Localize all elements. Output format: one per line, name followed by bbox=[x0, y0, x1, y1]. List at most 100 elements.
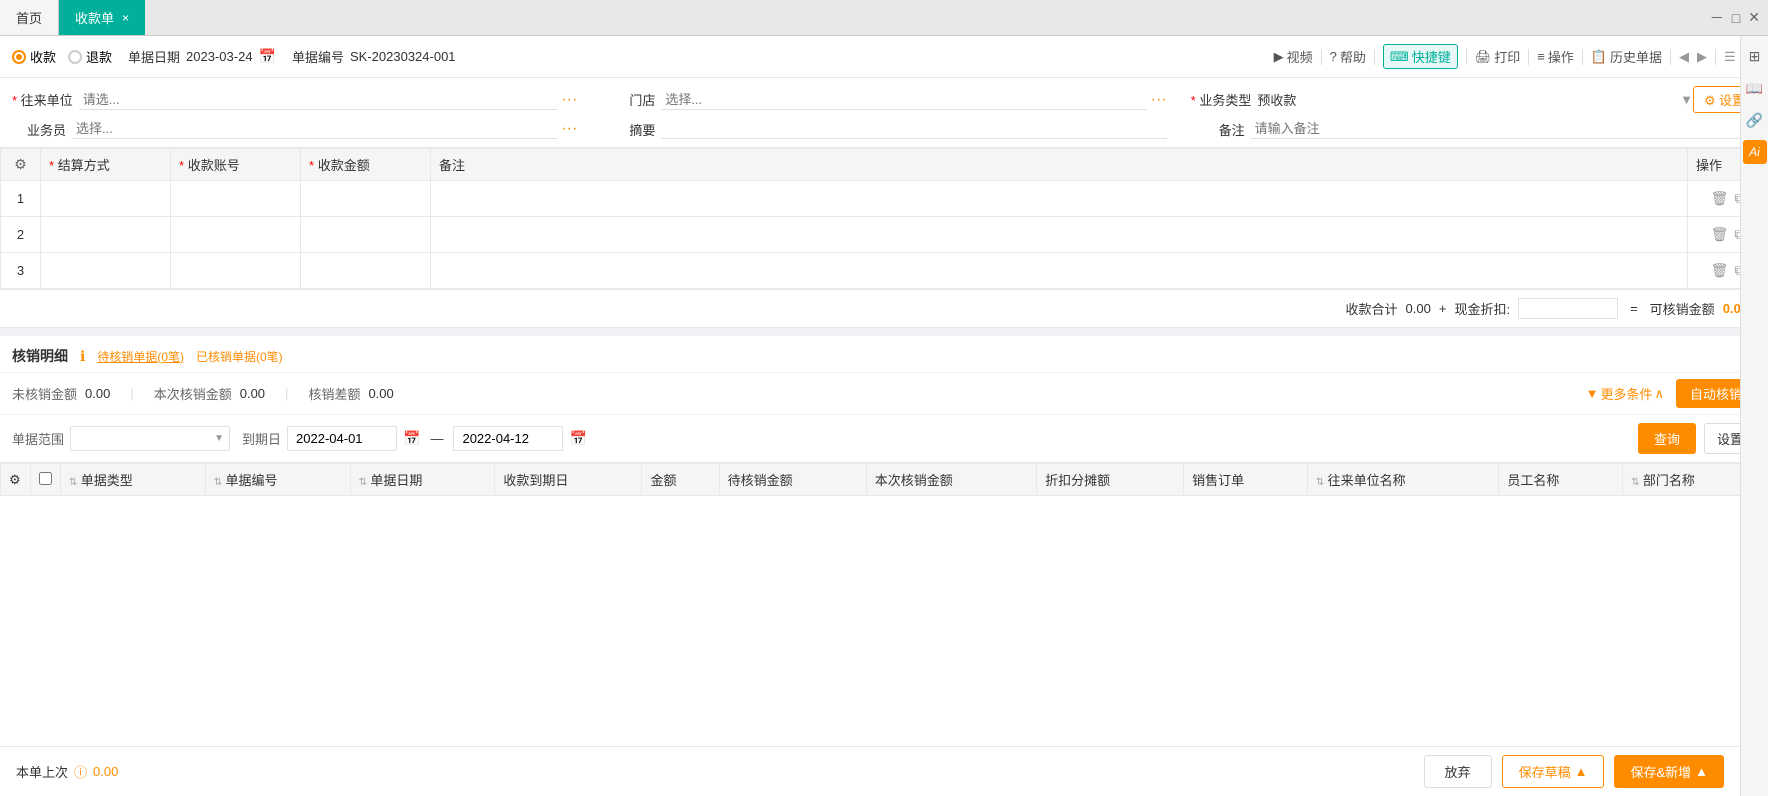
select-all-checkbox[interactable] bbox=[39, 472, 52, 485]
col-remark-header: 备注 bbox=[431, 149, 1688, 181]
row-1-account[interactable] bbox=[171, 181, 301, 217]
summary-input[interactable] bbox=[661, 119, 1166, 139]
staff-more-btn[interactable]: ··· bbox=[561, 120, 577, 138]
save-btn[interactable]: 保存&新增 ▲ bbox=[1614, 755, 1724, 788]
store-field-group: 门店 ··· bbox=[601, 90, 1166, 110]
tab-home[interactable]: 首页 bbox=[0, 0, 59, 35]
row-1-delete-icon[interactable]: 🗑 bbox=[1711, 190, 1729, 207]
party-more-btn[interactable]: ··· bbox=[561, 91, 577, 109]
date-to-input[interactable] bbox=[453, 426, 563, 451]
main-container: 收款 退款 单据日期 2023-03-24 📅 单据编号 SK-20230324… bbox=[0, 36, 1768, 796]
due-label: 到期日 bbox=[242, 429, 281, 448]
tab-close-icon[interactable]: × bbox=[122, 11, 129, 25]
col-gear-bottom[interactable]: ⚙ bbox=[9, 472, 21, 487]
calendar-from-icon[interactable]: 📅 bbox=[403, 430, 420, 447]
form-row-2: 业务员 ··· 摘要 备注 bbox=[12, 119, 1756, 139]
row-2-remark[interactable] bbox=[431, 217, 1688, 253]
operation-icon: ≡ bbox=[1537, 49, 1545, 64]
number-label: 单据编号 bbox=[292, 47, 344, 66]
row-3-delete-icon[interactable]: 🗑 bbox=[1711, 262, 1729, 279]
calendar-to-icon[interactable]: 📅 bbox=[569, 430, 586, 447]
row-1-settle[interactable] bbox=[41, 181, 171, 217]
store-input[interactable] bbox=[661, 90, 1146, 110]
col-bill-type: ⇅ 单据类型 bbox=[61, 464, 206, 496]
date-value[interactable]: 2023-03-24 bbox=[186, 49, 253, 64]
staff-input[interactable] bbox=[72, 119, 557, 139]
query-row: 单据范围 到期日 📅 — 📅 查询 设置 bbox=[0, 415, 1768, 463]
row-1-remark[interactable] bbox=[431, 181, 1688, 217]
row-3-remark[interactable] bbox=[431, 253, 1688, 289]
play-icon: ▶ bbox=[1274, 49, 1284, 65]
radio-receive[interactable]: 收款 bbox=[12, 47, 56, 66]
per-bill-label: 本单上次 bbox=[16, 762, 68, 781]
radio-refund-circle bbox=[68, 50, 82, 64]
window-restore-icon[interactable]: □ bbox=[1732, 10, 1740, 26]
row-1-amount[interactable] bbox=[301, 181, 431, 217]
nav-right-icon[interactable]: ▶ bbox=[1697, 49, 1707, 65]
history-btn[interactable]: 📋 历史单据 bbox=[1591, 47, 1662, 66]
number-field: 单据编号 SK-20230324-001 bbox=[292, 47, 456, 66]
plus-sign: + bbox=[1439, 301, 1447, 316]
table-gear-icon[interactable]: ⚙ bbox=[14, 156, 27, 172]
range-select[interactable] bbox=[70, 426, 230, 451]
video-btn[interactable]: ▶ 视频 bbox=[1274, 47, 1313, 66]
diff-value: 0.00 bbox=[368, 386, 393, 401]
row-3-amount[interactable] bbox=[301, 253, 431, 289]
date-field: 单据日期 2023-03-24 📅 bbox=[128, 47, 276, 66]
tab-bar-right: － □ ✕ bbox=[1710, 8, 1768, 28]
biz-type-dropdown-icon[interactable]: ▼ bbox=[1680, 92, 1693, 107]
help-icon: ? bbox=[1330, 49, 1337, 64]
nav-left-icon[interactable]: ◀ bbox=[1679, 49, 1689, 65]
tab-receipt[interactable]: 收款单 × bbox=[59, 0, 145, 35]
tab-bar: 首页 收款单 × － □ ✕ bbox=[0, 0, 1768, 36]
party-input[interactable] bbox=[79, 90, 558, 110]
number-value[interactable]: SK-20230324-001 bbox=[350, 49, 456, 64]
query-btn[interactable]: 查询 bbox=[1638, 423, 1696, 454]
col-bill-number: ⇅ 单据编号 bbox=[205, 464, 350, 496]
list-view-icon[interactable]: ☰ bbox=[1724, 49, 1736, 65]
row-2-amount[interactable] bbox=[301, 217, 431, 253]
biz-type-value[interactable]: 预收款 bbox=[1257, 90, 1680, 109]
row-2-settle[interactable] bbox=[41, 217, 171, 253]
window-close-icon[interactable]: ✕ bbox=[1748, 9, 1760, 26]
date-from-input[interactable] bbox=[287, 426, 397, 451]
shortcut-btn[interactable]: ⌨ 快捷键 bbox=[1383, 44, 1458, 69]
abandon-btn[interactable]: 放弃 bbox=[1424, 755, 1492, 788]
diff-label: 核销差额 bbox=[308, 384, 360, 403]
store-more-btn[interactable]: ··· bbox=[1151, 91, 1167, 109]
calendar-icon[interactable]: 📅 bbox=[259, 48, 276, 65]
row-3-settle[interactable] bbox=[41, 253, 171, 289]
info-circle-icon: ⓘ bbox=[74, 762, 87, 781]
done-tab[interactable]: 已核销单据(0笔) bbox=[196, 348, 283, 365]
sidebar-ai-icon[interactable]: Ai bbox=[1743, 140, 1767, 164]
form-row-1: 往来单位 ··· 门店 ··· 业务类型 预收款 ▼ ⚙ 设置 bbox=[12, 86, 1756, 113]
help-btn[interactable]: ? 帮助 bbox=[1330, 47, 1366, 66]
col-current-amount: 本次核销金额 bbox=[866, 464, 1036, 496]
sidebar-link-icon[interactable]: 🔗 bbox=[1743, 108, 1767, 132]
window-minimize-icon[interactable]: － bbox=[1710, 8, 1724, 28]
radio-refund[interactable]: 退款 bbox=[68, 47, 112, 66]
remark-input[interactable] bbox=[1251, 119, 1756, 139]
total-label: 收款合计 bbox=[1346, 299, 1398, 318]
pending-tab[interactable]: 待核销单据(0笔) bbox=[97, 348, 184, 365]
summary-label: 摘要 bbox=[601, 120, 661, 139]
row-3-account[interactable] bbox=[171, 253, 301, 289]
row-2-delete-icon[interactable]: 🗑 bbox=[1711, 226, 1729, 243]
more-conditions-btn[interactable]: ▼ 更多条件 ∧ bbox=[1586, 384, 1664, 403]
print-btn[interactable]: 🖨 打印 bbox=[1475, 47, 1521, 66]
col-amount: 金额 bbox=[642, 464, 719, 496]
staff-field-group: 业务员 ··· bbox=[12, 119, 577, 139]
party-label: 往来单位 bbox=[12, 90, 79, 109]
row-2-account[interactable] bbox=[171, 217, 301, 253]
discount-label: 现金折扣: bbox=[1454, 299, 1510, 318]
main-table: ⚙ * 结算方式 * 收款账号 * 收款金额 备注 bbox=[0, 148, 1768, 289]
sidebar-table-icon[interactable]: ⊞ bbox=[1743, 44, 1767, 68]
sidebar-book-icon[interactable]: 📖 bbox=[1743, 76, 1767, 100]
discount-input[interactable] bbox=[1518, 298, 1618, 319]
right-sidebar: ⊞ 📖 🔗 Ai bbox=[1740, 36, 1768, 796]
save-dropdown-icon[interactable]: ▲ bbox=[1695, 764, 1708, 779]
operation-btn[interactable]: ≡ 操作 bbox=[1537, 47, 1574, 66]
draft-btn[interactable]: 保存草稿 ▲ bbox=[1502, 755, 1605, 788]
info-icon[interactable]: ℹ bbox=[80, 348, 85, 365]
draft-dropdown-icon[interactable]: ▲ bbox=[1575, 764, 1588, 779]
